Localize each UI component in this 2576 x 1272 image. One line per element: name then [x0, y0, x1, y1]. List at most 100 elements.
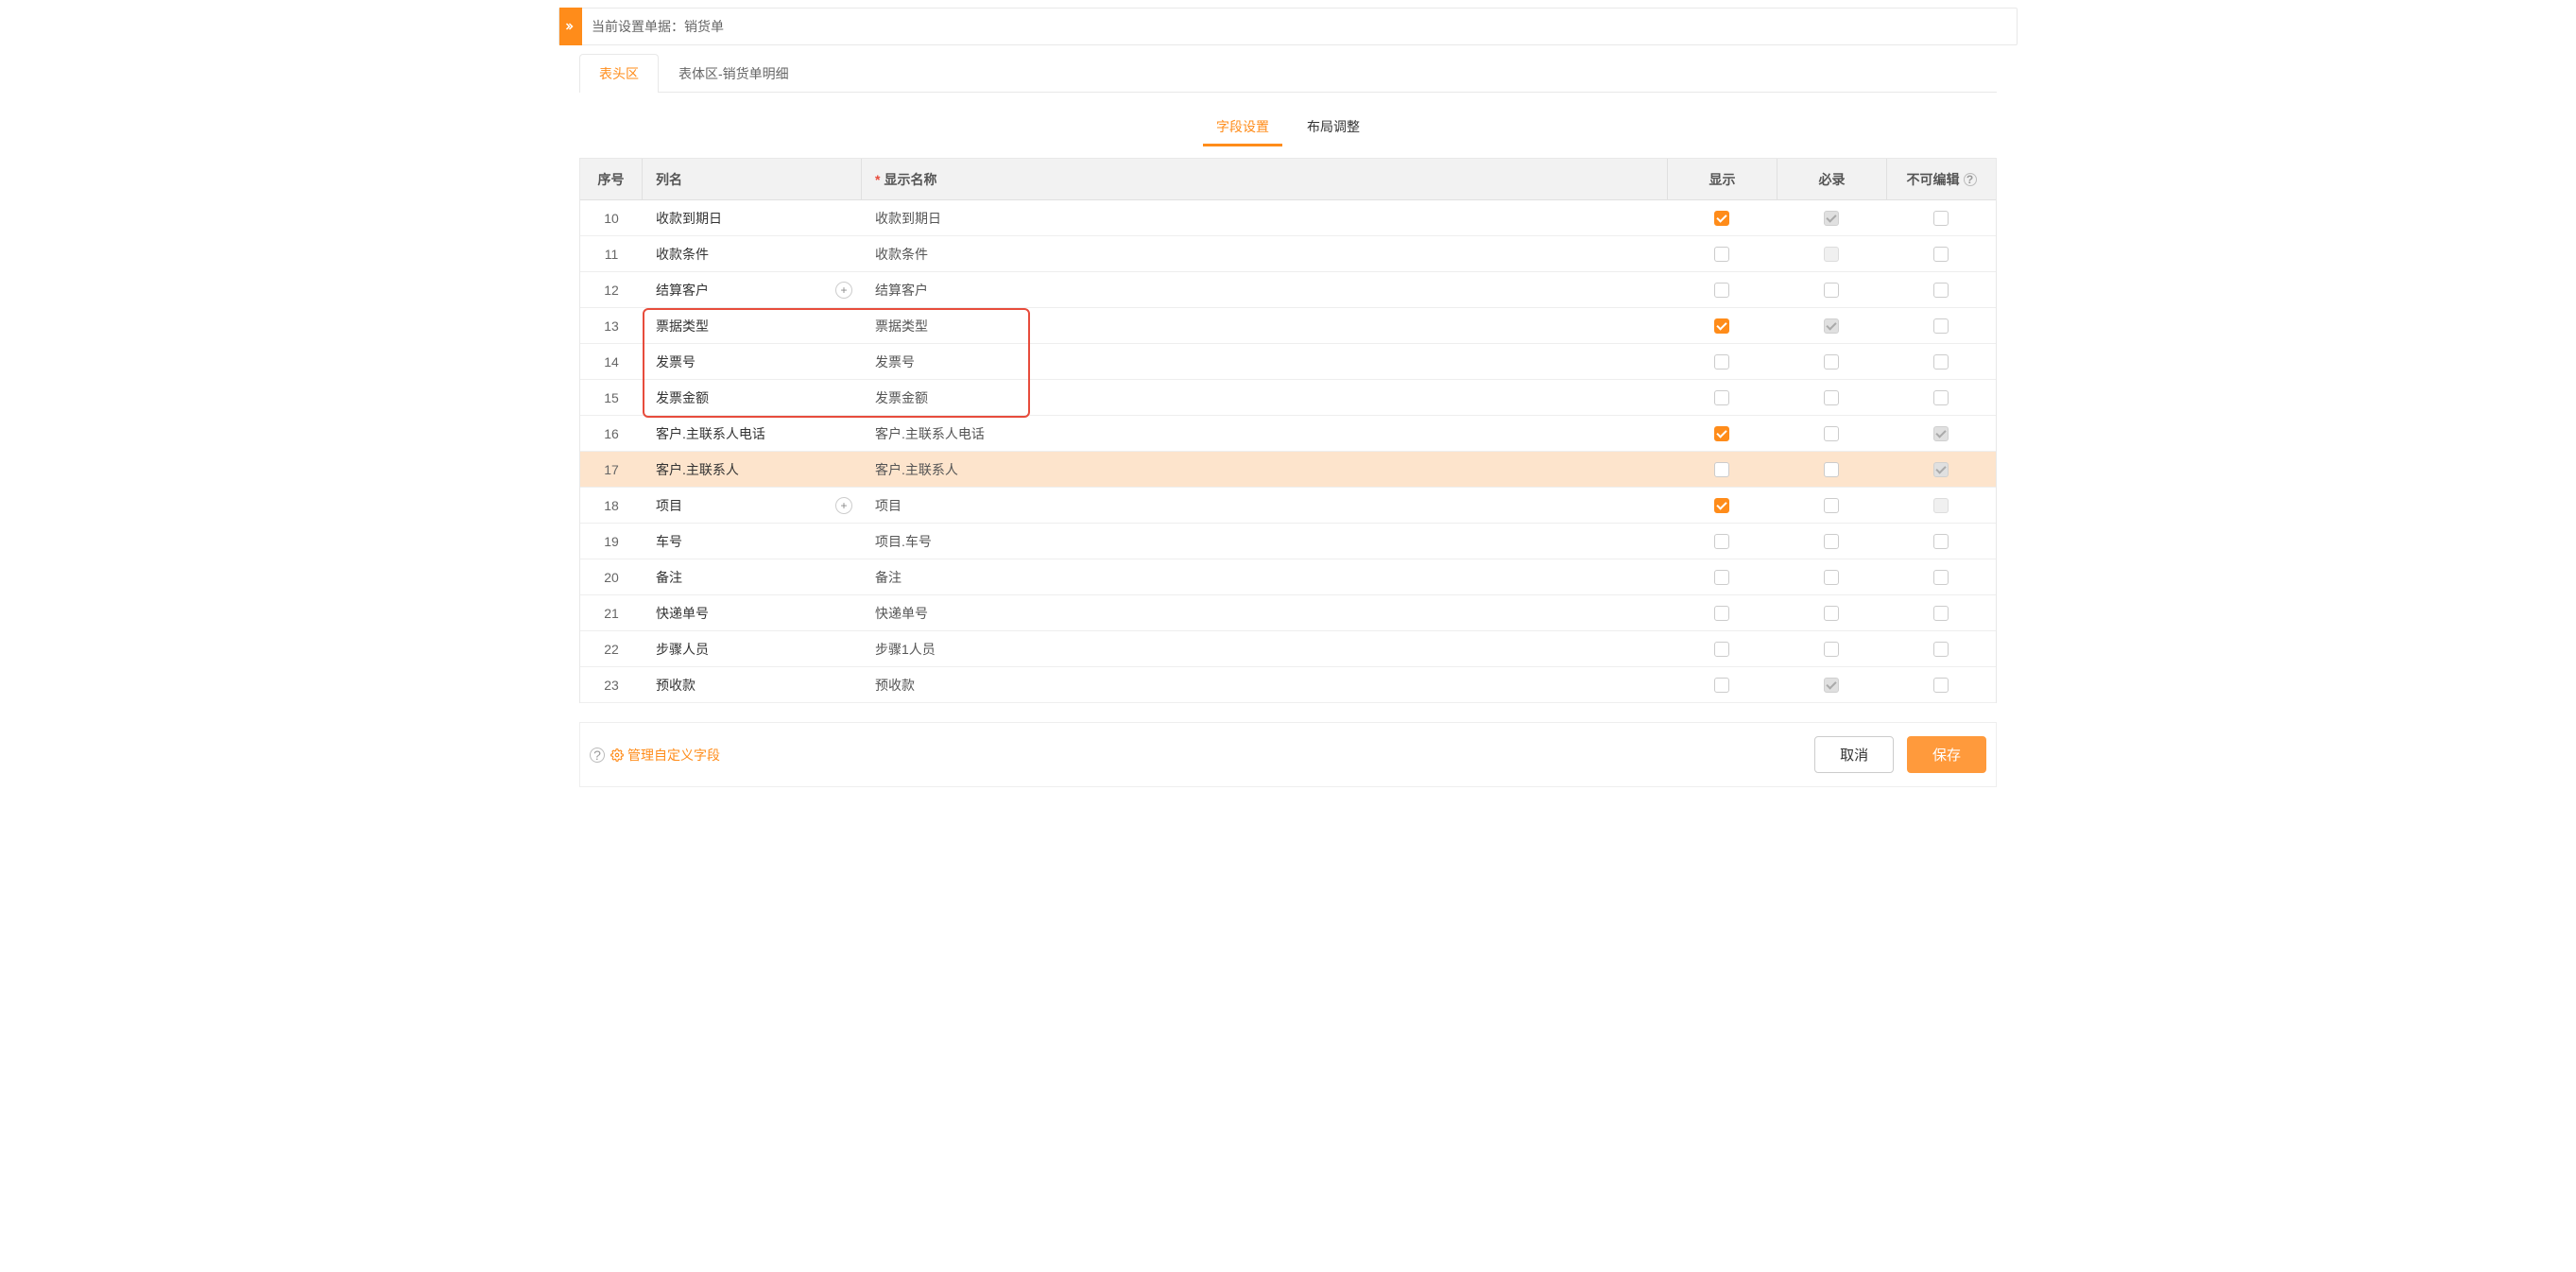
primary-tabs: 表头区表体区-销货单明细 — [579, 53, 1997, 93]
checkbox-show[interactable] — [1714, 211, 1729, 226]
plus-icon[interactable]: + — [835, 497, 852, 514]
question-icon[interactable]: ? — [590, 748, 605, 763]
table-row: 11收款条件收款条件 — [580, 236, 1996, 272]
row-display[interactable]: 发票金额 — [862, 380, 1667, 415]
checkbox-show[interactable] — [1714, 247, 1729, 262]
checkbox-required[interactable] — [1824, 570, 1839, 585]
checkbox-required[interactable] — [1824, 642, 1839, 657]
cell-readonly — [1886, 272, 1996, 307]
row-seq: 10 — [580, 200, 643, 235]
row-display[interactable]: 客户.主联系人 — [862, 452, 1667, 487]
cell-readonly — [1886, 236, 1996, 271]
table-row: 18项目+项目 — [580, 488, 1996, 524]
checkbox-readonly[interactable] — [1933, 390, 1949, 405]
checkbox-show[interactable] — [1714, 534, 1729, 549]
checkbox-readonly[interactable] — [1933, 606, 1949, 621]
checkbox-required[interactable] — [1824, 606, 1839, 621]
header-display: *显示名称 — [862, 159, 1667, 199]
footer-left: ? 管理自定义字段 — [590, 746, 720, 765]
checkbox-show[interactable] — [1714, 390, 1729, 405]
checkbox-required[interactable] — [1824, 426, 1839, 441]
cell-required — [1777, 595, 1886, 630]
table-row: 22步骤人员步骤1人员 — [580, 631, 1996, 667]
checkbox-readonly[interactable] — [1933, 283, 1949, 298]
manage-custom-fields-link[interactable]: 管理自定义字段 — [610, 746, 720, 765]
row-display[interactable]: 项目 — [862, 488, 1667, 523]
row-display[interactable]: 项目.车号 — [862, 524, 1667, 559]
tab-secondary-1[interactable]: 布局调整 — [1294, 110, 1373, 146]
row-display[interactable]: 客户.主联系人电话 — [862, 416, 1667, 451]
row-display[interactable]: 票据类型 — [862, 308, 1667, 343]
cell-show — [1667, 272, 1777, 307]
checkbox-show[interactable] — [1714, 498, 1729, 513]
plus-icon[interactable]: + — [835, 282, 852, 299]
checkbox-show[interactable] — [1714, 283, 1729, 298]
tab-primary-0[interactable]: 表头区 — [579, 54, 659, 93]
row-name: 发票金额 — [643, 380, 862, 415]
cell-required — [1777, 667, 1886, 702]
required-star-icon: * — [875, 172, 880, 187]
row-name: 项目+ — [643, 488, 862, 523]
checkbox-show[interactable] — [1714, 570, 1729, 585]
table-row: 10收款到期日收款到期日 — [580, 200, 1996, 236]
checkbox-show[interactable] — [1714, 318, 1729, 334]
checkbox-readonly[interactable] — [1933, 642, 1949, 657]
collapse-toggle[interactable] — [559, 8, 582, 45]
checkbox-show[interactable] — [1714, 426, 1729, 441]
checkbox-required[interactable] — [1824, 534, 1839, 549]
row-display[interactable]: 步骤1人员 — [862, 631, 1667, 666]
checkbox-show[interactable] — [1714, 462, 1729, 477]
checkbox-show[interactable] — [1714, 678, 1729, 693]
row-display[interactable]: 结算客户 — [862, 272, 1667, 307]
checkbox-show[interactable] — [1714, 354, 1729, 370]
checkbox-required — [1824, 247, 1839, 262]
cell-show — [1667, 416, 1777, 451]
row-name: 收款条件 — [643, 236, 862, 271]
header-seq: 序号 — [580, 159, 643, 199]
tab-primary-1[interactable]: 表体区-销货单明细 — [659, 54, 809, 93]
cell-readonly — [1886, 200, 1996, 235]
cell-readonly — [1886, 595, 1996, 630]
checkbox-show[interactable] — [1714, 642, 1729, 657]
row-display[interactable]: 备注 — [862, 559, 1667, 594]
row-seq: 16 — [580, 416, 643, 451]
row-display[interactable]: 发票号 — [862, 344, 1667, 379]
row-display[interactable]: 预收款 — [862, 667, 1667, 702]
cell-show — [1667, 667, 1777, 702]
help-icon[interactable]: ? — [1964, 173, 1977, 186]
checkbox-readonly[interactable] — [1933, 534, 1949, 549]
cell-show — [1667, 631, 1777, 666]
row-display[interactable]: 收款条件 — [862, 236, 1667, 271]
cell-readonly — [1886, 416, 1996, 451]
row-name: 客户.主联系人 — [643, 452, 862, 487]
checkbox-readonly[interactable] — [1933, 211, 1949, 226]
checkbox-required[interactable] — [1824, 462, 1839, 477]
checkbox-readonly[interactable] — [1933, 354, 1949, 370]
row-seq: 13 — [580, 308, 643, 343]
row-seq: 22 — [580, 631, 643, 666]
cell-show — [1667, 559, 1777, 594]
checkbox-show[interactable] — [1714, 606, 1729, 621]
checkbox-required[interactable] — [1824, 283, 1839, 298]
table-row: 12结算客户+结算客户 — [580, 272, 1996, 308]
tab-secondary-0[interactable]: 字段设置 — [1203, 110, 1282, 146]
cell-readonly — [1886, 488, 1996, 523]
cancel-button[interactable]: 取消 — [1814, 736, 1894, 773]
checkbox-readonly[interactable] — [1933, 570, 1949, 585]
row-display[interactable]: 快递单号 — [862, 595, 1667, 630]
checkbox-readonly[interactable] — [1933, 247, 1949, 262]
checkbox-readonly[interactable] — [1933, 678, 1949, 693]
checkbox-required[interactable] — [1824, 498, 1839, 513]
secondary-tabs: 字段设置布局调整 — [551, 110, 2025, 146]
cell-show — [1667, 236, 1777, 271]
checkbox-required[interactable] — [1824, 354, 1839, 370]
table-row: 23预收款预收款 — [580, 667, 1996, 703]
checkbox-required[interactable] — [1824, 390, 1839, 405]
cell-required — [1777, 344, 1886, 379]
cell-required — [1777, 452, 1886, 487]
table-row: 15发票金额发票金额 — [580, 380, 1996, 416]
row-display[interactable]: 收款到期日 — [862, 200, 1667, 235]
row-seq: 18 — [580, 488, 643, 523]
save-button[interactable]: 保存 — [1907, 736, 1986, 773]
checkbox-readonly[interactable] — [1933, 318, 1949, 334]
